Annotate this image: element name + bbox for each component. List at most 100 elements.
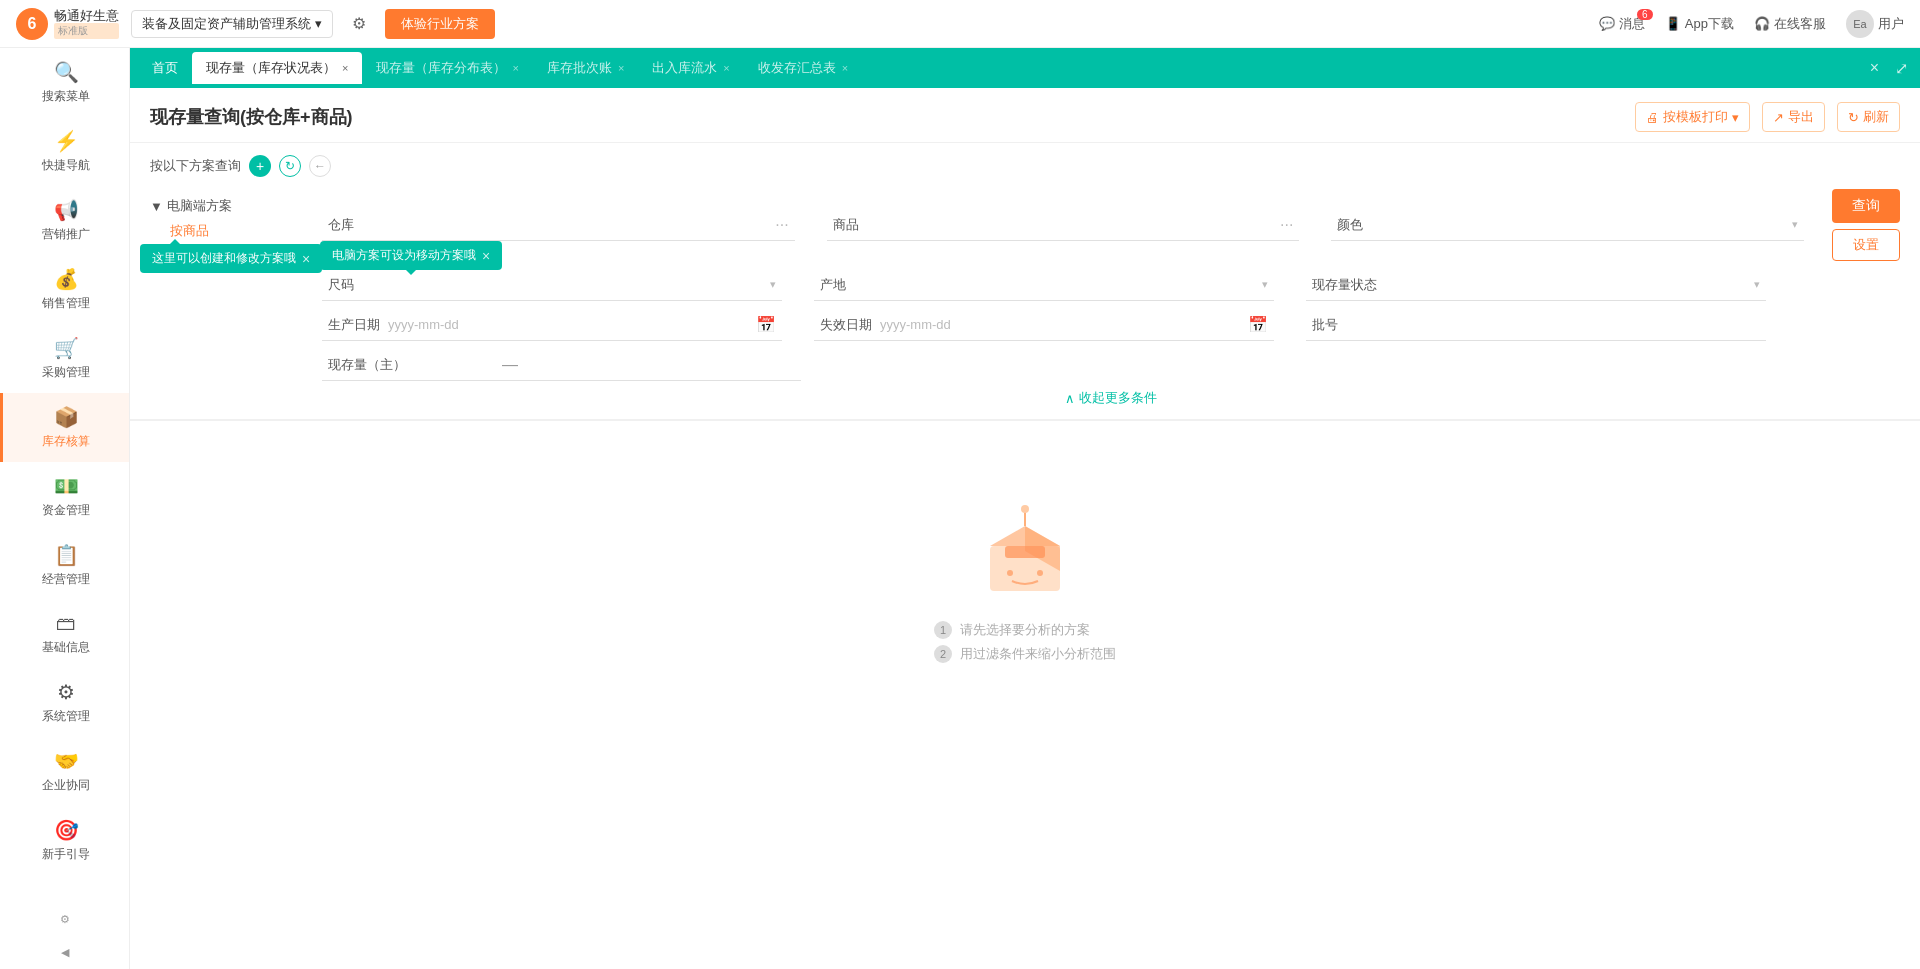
- expiry-date-input[interactable]: [880, 317, 1248, 332]
- tab-inventory-dist-label: 现存量（库存分布表）: [376, 59, 506, 77]
- try-btn[interactable]: 体验行业方案: [385, 9, 495, 39]
- app-label: App下载: [1685, 15, 1734, 33]
- user-label: 用户: [1878, 15, 1904, 33]
- purchase-icon: 🛒: [54, 336, 79, 360]
- sidebar-item-marketing[interactable]: 📢 营销推广: [0, 186, 129, 255]
- scheme-desktop-toggle[interactable]: ▼ 电脑端方案: [150, 193, 310, 219]
- top-bar: 6 畅通好生意 标准版 装备及固定资产辅助管理系统 ▾ ⚙ 体验行业方案 💬 消…: [0, 0, 1920, 48]
- field-stock-qty[interactable]: 现存量（主） —: [322, 349, 801, 381]
- brand-logo: 6 畅通好生意 标准版: [16, 8, 119, 40]
- print-label: 按模板打印: [1663, 108, 1728, 126]
- sidebar-item-finance[interactable]: 💵 资金管理: [0, 462, 129, 531]
- system-name: 装备及固定资产辅助管理系统: [142, 15, 311, 33]
- tab-summary[interactable]: 收发存汇总表 ×: [744, 52, 862, 84]
- support-btn[interactable]: 🎧 在线客服: [1754, 15, 1826, 33]
- sidebar-settings-btn[interactable]: ⚙: [0, 903, 129, 936]
- field-color[interactable]: 颜色 ▾: [1331, 209, 1804, 241]
- sidebar-item-system[interactable]: ⚙ 系统管理: [0, 668, 129, 737]
- field-product[interactable]: 商品 ···: [827, 209, 1300, 241]
- sidebar-item-nav[interactable]: ⚡ 快捷导航: [0, 117, 129, 186]
- tooltip1-close[interactable]: ×: [482, 248, 490, 264]
- svg-point-5: [1037, 570, 1043, 576]
- sidebar-item-management[interactable]: 📋 经营管理: [0, 531, 129, 600]
- tab-batch[interactable]: 库存批次账 ×: [533, 52, 638, 84]
- refresh-btn[interactable]: ↻ 刷新: [1837, 102, 1900, 132]
- page-title: 现存量查询(按仓库+商品): [150, 105, 353, 129]
- sidebar-item-search[interactable]: 🔍 搜索菜单: [0, 48, 129, 117]
- arrow-icon: ▼: [150, 199, 163, 214]
- collapse-btn-label: 收起更多条件: [1079, 389, 1157, 407]
- svg-point-4: [1007, 570, 1013, 576]
- tab-inventory-dist[interactable]: 现存量（库存分布表） ×: [362, 52, 532, 84]
- field-batch-no[interactable]: 批号: [1306, 309, 1766, 341]
- sidebar: 🔍 搜索菜单 ⚡ 快捷导航 📢 营销推广 💰 销售管理 🛒 采购管理 📦 库存核…: [0, 48, 130, 969]
- tab-home[interactable]: 首页: [138, 52, 192, 84]
- sidebar-collapse-btn[interactable]: ◀: [0, 936, 129, 969]
- filter-cycle-btn[interactable]: ↻: [279, 155, 301, 177]
- production-date-input[interactable]: [388, 317, 756, 332]
- management-icon: 📋: [54, 543, 79, 567]
- system-icon: ⚙: [57, 680, 75, 704]
- refresh-label: 刷新: [1863, 108, 1889, 126]
- tooltip2-close[interactable]: ×: [302, 251, 310, 267]
- tab-close-summary[interactable]: ×: [842, 62, 848, 74]
- export-btn[interactable]: ↗ 导出: [1762, 102, 1825, 132]
- sidebar-item-sales[interactable]: 💰 销售管理: [0, 255, 129, 324]
- tab-bar-right: × ⤢: [1866, 55, 1912, 82]
- field-expiry-date[interactable]: 失效日期 📅: [814, 309, 1274, 341]
- filter-back-btn[interactable]: ←: [309, 155, 331, 177]
- filter-row-4: 现存量（主） —: [322, 349, 1900, 381]
- stock-qty-max-input[interactable]: [526, 357, 606, 372]
- step-num-2: 2: [934, 645, 952, 663]
- field-warehouse[interactable]: 仓库 ···: [322, 209, 795, 241]
- field-stock-status[interactable]: 现存量状态 ▾: [1306, 269, 1766, 301]
- collapse-conditions-btn[interactable]: ∧ 收起更多条件: [1065, 389, 1157, 407]
- sidebar-label-guide: 新手引导: [42, 846, 90, 863]
- collapse-icon: ◀: [61, 946, 69, 959]
- tab-inventory-status[interactable]: 现存量（库存状况表） ×: [192, 52, 362, 84]
- marketing-icon: 📢: [54, 198, 79, 222]
- sidebar-label-management: 经营管理: [42, 571, 90, 588]
- sidebar-item-enterprise[interactable]: 🤝 企业协同: [0, 737, 129, 806]
- filter-label: 按以下方案查询: [150, 157, 241, 175]
- tab-flow[interactable]: 出入库流水 ×: [638, 52, 743, 84]
- message-btn[interactable]: 💬 消息 6: [1599, 15, 1645, 33]
- basic-icon: 🗃: [56, 612, 76, 635]
- print-btn[interactable]: 🖨 按模板打印 ▾: [1635, 102, 1750, 132]
- user-btn[interactable]: Ea 用户: [1846, 10, 1904, 38]
- brand-icon: 6: [16, 8, 48, 40]
- tab-close-inventory-dist[interactable]: ×: [512, 62, 518, 74]
- tab-close-inventory-status[interactable]: ×: [342, 62, 348, 74]
- batch-no-input[interactable]: [1346, 317, 1760, 332]
- filter-row-1: 仓库 ··· 商品 ··· 颜色 ▾: [322, 189, 1900, 261]
- step-num-1: 1: [934, 621, 952, 639]
- system-selector[interactable]: 装备及固定资产辅助管理系统 ▾: [131, 10, 333, 38]
- sidebar-item-guide[interactable]: 🎯 新手引导: [0, 806, 129, 875]
- sidebar-item-basic[interactable]: 🗃 基础信息: [0, 600, 129, 668]
- setup-btn[interactable]: 设置: [1832, 229, 1900, 261]
- enterprise-icon: 🤝: [54, 749, 79, 773]
- filter-row-3: 生产日期 📅 失效日期 📅 批号: [322, 309, 1900, 341]
- calendar-icon-exp[interactable]: 📅: [1248, 315, 1268, 334]
- field-production-date[interactable]: 生产日期 📅: [322, 309, 782, 341]
- tab-fullscreen-btn[interactable]: ⤢: [1891, 55, 1912, 82]
- sidebar-item-purchase[interactable]: 🛒 采购管理: [0, 324, 129, 393]
- query-btn[interactable]: 查询: [1832, 189, 1900, 223]
- calendar-icon-prod[interactable]: 📅: [756, 315, 776, 334]
- stock-qty-min-input[interactable]: [414, 357, 494, 372]
- top-bar-left: 6 畅通好生意 标准版 装备及固定资产辅助管理系统 ▾ ⚙ 体验行业方案: [16, 8, 495, 40]
- field-size[interactable]: 尺码 ▾: [322, 269, 782, 301]
- sidebar-item-inventory[interactable]: 📦 库存核算: [0, 393, 129, 462]
- settings-icon-btn[interactable]: ⚙: [345, 10, 373, 38]
- collapse-area: ∧ 收起更多条件: [322, 389, 1900, 407]
- tab-close-flow[interactable]: ×: [723, 62, 729, 74]
- sidebar-label-inventory: 库存核算: [42, 433, 90, 450]
- tab-close-batch[interactable]: ×: [618, 62, 624, 74]
- header-actions: 🖨 按模板打印 ▾ ↗ 导出 ↻ 刷新: [1635, 102, 1900, 132]
- tab-close-all-btn[interactable]: ×: [1866, 55, 1883, 81]
- app-download-btn[interactable]: 📱 App下载: [1665, 15, 1734, 33]
- field-origin[interactable]: 产地 ▾: [814, 269, 1274, 301]
- search-icon: 🔍: [54, 60, 79, 84]
- range-separator: —: [502, 356, 518, 374]
- filter-add-btn[interactable]: +: [249, 155, 271, 177]
